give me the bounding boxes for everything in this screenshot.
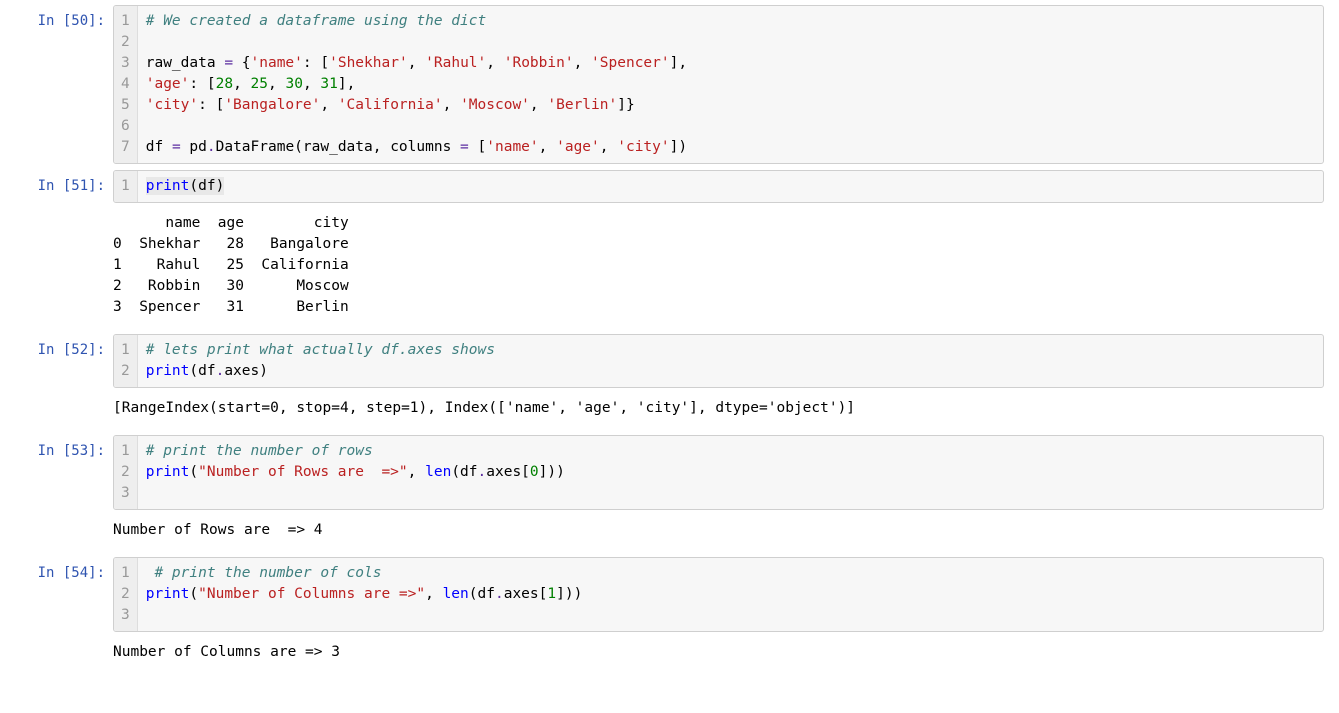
- code-cell: In [54]:123 # print the number of cols p…: [0, 557, 1334, 632]
- output-prompt-blank: .: [0, 209, 113, 235]
- code-input-area[interactable]: 1print(df): [113, 170, 1324, 203]
- input-prompt: In [50]:: [0, 5, 113, 31]
- input-prompt: In [54]:: [0, 557, 113, 583]
- output-cell: .Number of Rows are => 4: [0, 516, 1334, 551]
- line-gutter: 123: [114, 558, 138, 631]
- code-content[interactable]: # We created a dataframe using the dict …: [138, 6, 1323, 163]
- output-cell: .Number of Columns are => 3: [0, 638, 1334, 673]
- input-prompt: In [51]:: [0, 170, 113, 196]
- code-cell: In [50]:1234567# We created a dataframe …: [0, 5, 1334, 164]
- notebook: In [50]:1234567# We created a dataframe …: [0, 5, 1334, 673]
- line-gutter: 1: [114, 171, 138, 202]
- output-cell: .[RangeIndex(start=0, stop=4, step=1), I…: [0, 394, 1334, 429]
- code-input-area[interactable]: 123# print the number of rows print("Num…: [113, 435, 1324, 510]
- output-text: [RangeIndex(start=0, stop=4, step=1), In…: [113, 394, 855, 429]
- output-prompt-blank: .: [0, 516, 113, 542]
- code-content[interactable]: # print the number of cols print("Number…: [138, 558, 1323, 631]
- line-gutter: 123: [114, 436, 138, 509]
- output-prompt-blank: .: [0, 394, 113, 420]
- code-content[interactable]: # print the number of rows print("Number…: [138, 436, 1323, 509]
- code-cell: In [53]:123# print the number of rows pr…: [0, 435, 1334, 510]
- code-input-area[interactable]: 12# lets print what actually df.axes sho…: [113, 334, 1324, 388]
- output-text: name age city 0 Shekhar 28 Bangalore 1 R…: [113, 209, 349, 328]
- code-input-area[interactable]: 123 # print the number of cols print("Nu…: [113, 557, 1324, 632]
- input-prompt: In [52]:: [0, 334, 113, 360]
- line-gutter: 1234567: [114, 6, 138, 163]
- code-cell: In [51]:1print(df): [0, 170, 1334, 203]
- code-input-area[interactable]: 1234567# We created a dataframe using th…: [113, 5, 1324, 164]
- code-cell: In [52]:12# lets print what actually df.…: [0, 334, 1334, 388]
- code-content[interactable]: # lets print what actually df.axes shows…: [138, 335, 1323, 387]
- output-cell: . name age city 0 Shekhar 28 Bangalore 1…: [0, 209, 1334, 328]
- line-gutter: 12: [114, 335, 138, 387]
- code-content[interactable]: print(df): [138, 171, 1323, 202]
- output-text: Number of Rows are => 4: [113, 516, 323, 551]
- output-text: Number of Columns are => 3: [113, 638, 340, 673]
- output-prompt-blank: .: [0, 638, 113, 664]
- input-prompt: In [53]:: [0, 435, 113, 461]
